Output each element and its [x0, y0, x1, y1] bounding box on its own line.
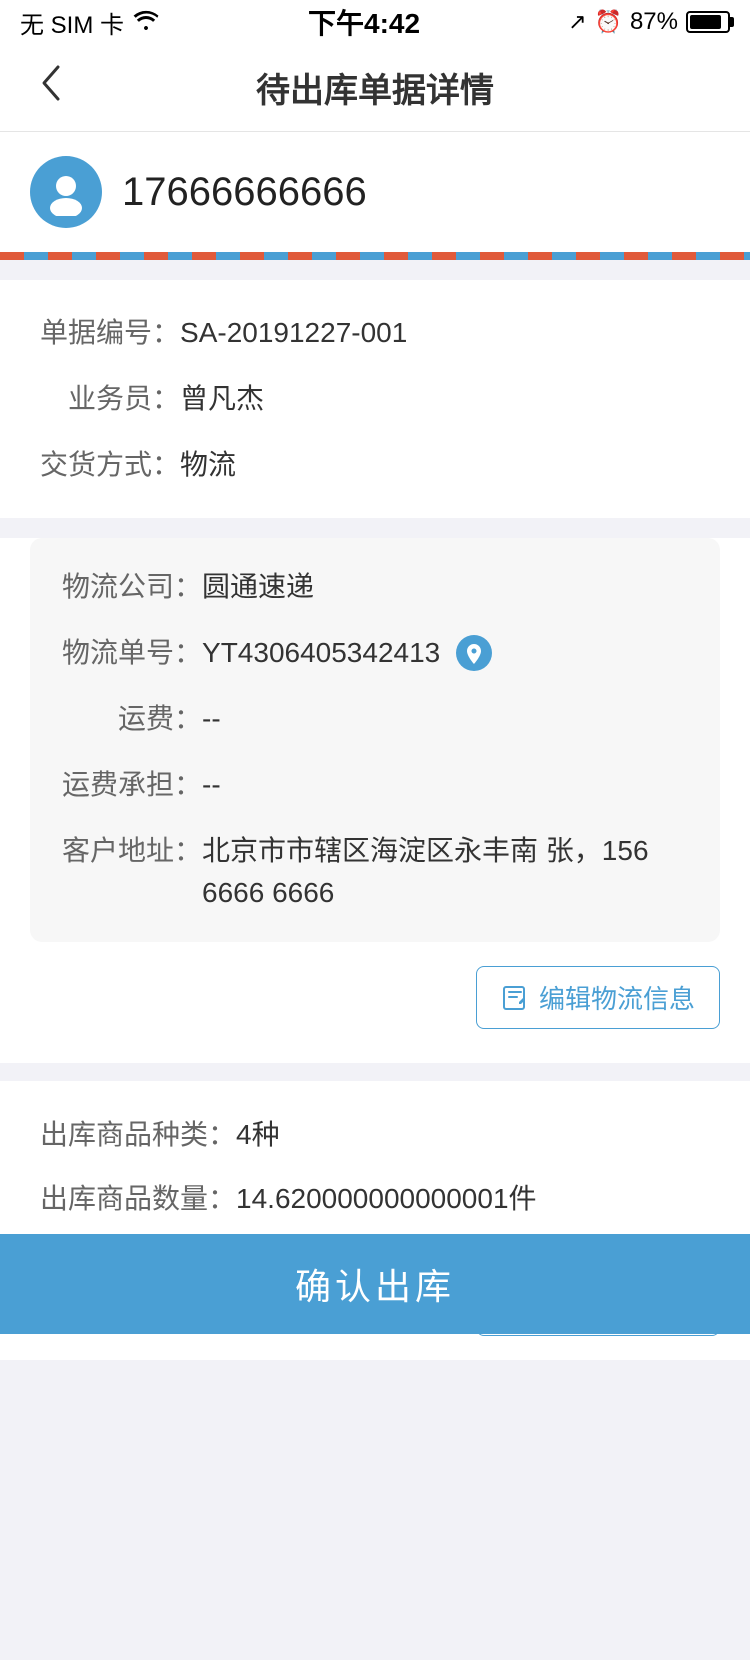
status-bar: 无 SIM 卡 下午4:42 ↗ ⏰ 87%: [0, 0, 750, 44]
battery-percent: 87%: [630, 8, 678, 36]
freight-bearer-label: 运费承担：: [62, 764, 202, 806]
status-left: 无 SIM 卡: [20, 5, 160, 40]
tracking-location-icon[interactable]: [456, 635, 492, 671]
product-types-row: 出库商品种类： 4种: [40, 1113, 710, 1153]
doc-number-row: 单据编号： SA-20191227-001: [40, 312, 710, 354]
product-section: 出库商品种类： 4种 出库商品数量： 14.620000000000001件: [0, 1081, 750, 1249]
address-label: 客户地址：: [62, 830, 202, 872]
address-value: 北京市市辖区海淀区永丰南 张，156 6666 6666: [202, 830, 688, 914]
user-phone: 17666666666: [122, 170, 367, 215]
logistics-company-row: 物流公司： 圆通速递: [62, 566, 688, 608]
status-right: ↗ ⏰ 87%: [568, 8, 730, 36]
avatar: [30, 156, 102, 228]
address-row: 客户地址： 北京市市辖区海淀区永丰南 张，156 6666 6666: [62, 830, 688, 914]
freight-row: 运费： --: [62, 698, 688, 740]
confirm-button[interactable]: 确认出库: [0, 1234, 750, 1334]
alarm-icon: ⏰: [595, 9, 622, 35]
doc-number-value: SA-20191227-001: [180, 312, 710, 354]
logistics-tracking-row: 物流单号： YT4306405342413: [62, 632, 688, 674]
edit-logistics-action: 编辑物流信息: [0, 942, 750, 1053]
logistics-tracking-label: 物流单号：: [62, 632, 202, 674]
salesperson-value: 曾凡杰: [180, 378, 710, 420]
delivery-method-label: 交货方式：: [40, 444, 180, 486]
logistics-tracking-value: YT4306405342413: [202, 632, 440, 674]
doc-number-label: 单据编号：: [40, 312, 180, 354]
confirm-button-label: 确认出库: [295, 1258, 455, 1310]
salesperson-row: 业务员： 曾凡杰: [40, 378, 710, 420]
product-quantity-row: 出库商品数量： 14.620000000000001件: [40, 1177, 710, 1217]
page-title: 待出库单据详情: [256, 63, 494, 112]
carrier-label: 无 SIM 卡: [20, 5, 124, 40]
product-quantity-value: 14.620000000000001件: [236, 1177, 537, 1217]
logistics-card: 物流公司： 圆通速递 物流单号： YT4306405342413 运费： -- …: [30, 538, 720, 942]
document-info-section: 单据编号： SA-20191227-001 业务员： 曾凡杰 交货方式： 物流: [0, 280, 750, 518]
product-types-label: 出库商品种类：: [40, 1113, 236, 1153]
wifi-icon: [132, 8, 160, 36]
delivery-method-value: 物流: [180, 444, 710, 486]
location-status-icon: ↗: [568, 9, 586, 35]
edit-logistics-label: 编辑物流信息: [539, 979, 695, 1016]
delivery-method-row: 交货方式： 物流: [40, 444, 710, 486]
product-types-value: 4种: [236, 1113, 280, 1153]
user-section: 17666666666: [0, 132, 750, 252]
freight-bearer-row: 运费承担： --: [62, 764, 688, 806]
nav-bar: 待出库单据详情: [0, 44, 750, 132]
logistics-tracking-container: YT4306405342413: [202, 632, 492, 674]
empty-space: [0, 1360, 750, 1560]
edit-logistics-button[interactable]: 编辑物流信息: [476, 966, 720, 1029]
gray-separator-1: [0, 1063, 750, 1081]
product-quantity-label: 出库商品数量：: [40, 1177, 236, 1217]
freight-bearer-value: --: [202, 764, 688, 806]
back-button[interactable]: [28, 53, 72, 122]
freight-value: --: [202, 698, 688, 740]
logistics-company-value: 圆通速递: [202, 566, 688, 608]
status-time: 下午4:42: [308, 2, 420, 42]
logistics-company-label: 物流公司：: [62, 566, 202, 608]
dashed-divider: [0, 252, 750, 260]
salesperson-label: 业务员：: [40, 378, 180, 420]
freight-label: 运费：: [62, 698, 202, 740]
battery-icon: [686, 11, 730, 33]
